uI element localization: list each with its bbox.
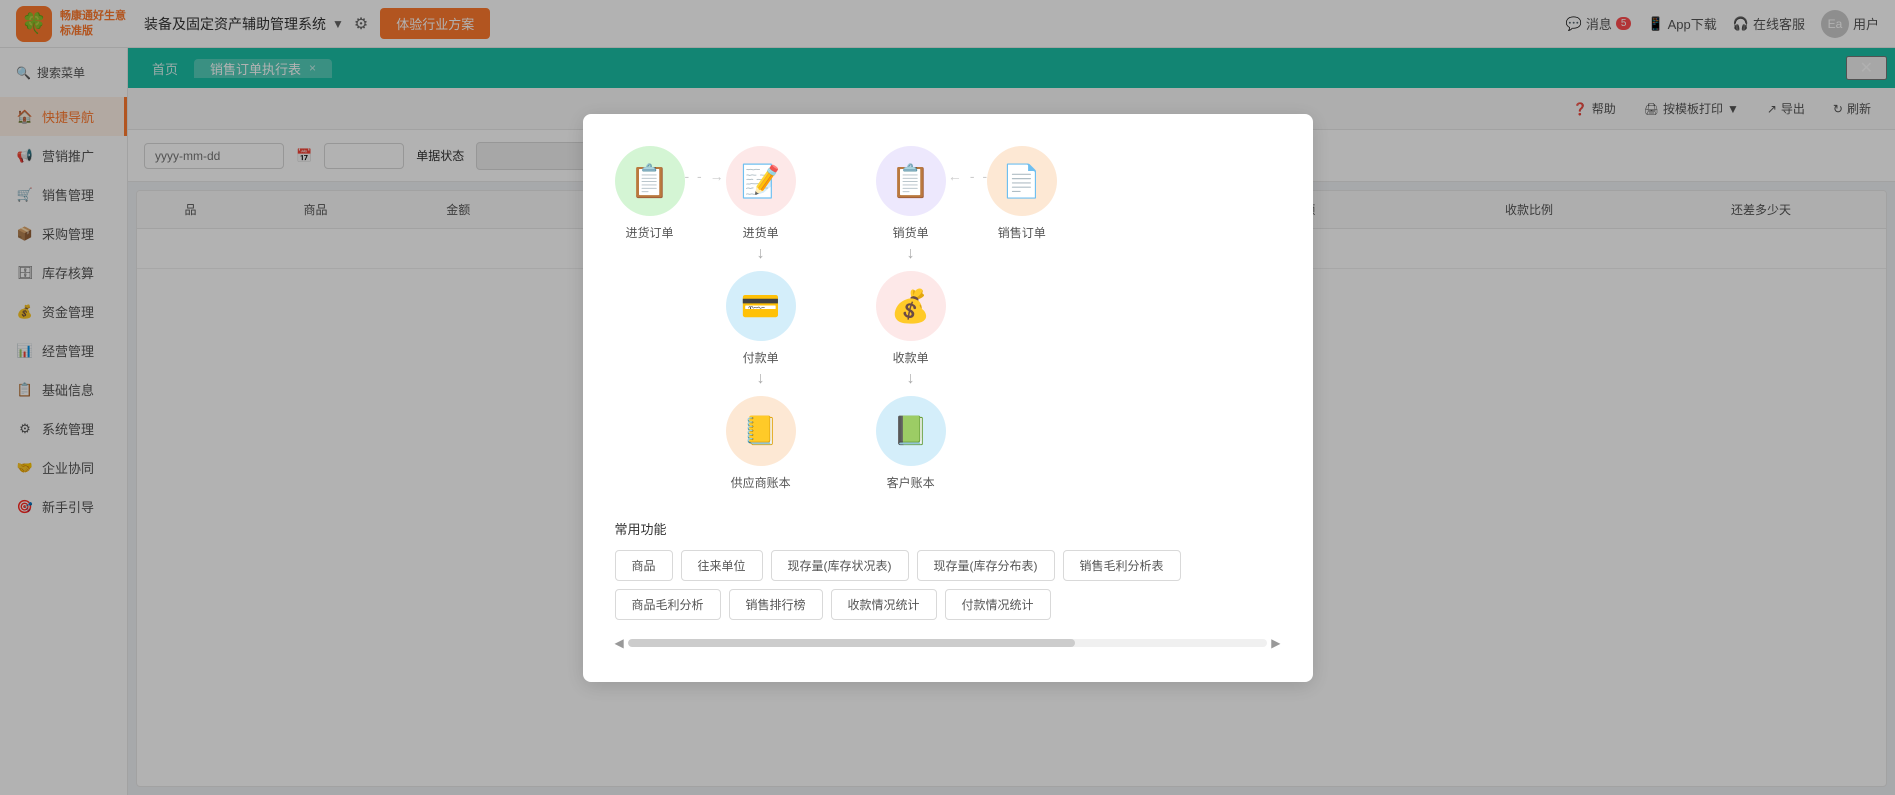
flow-diagram: 📋 进货订单 - - → 📝 进货单 ↓ 💳 付款单 [615, 146, 1281, 491]
flow-col-4: 📄 销售订单 [987, 146, 1057, 241]
label-supplier-ledger: 供应商账本 [731, 474, 791, 491]
dialog-scrollbar: ◀ ▶ [615, 636, 1281, 650]
scroll-left-btn[interactable]: ◀ [615, 636, 624, 650]
circle-customer-ledger: 📗 [876, 396, 946, 466]
label-payment-bill: 付款单 [743, 349, 779, 366]
scroll-right-btn[interactable]: ▶ [1271, 636, 1280, 650]
node-purchase-bill: 📝 进货单 [726, 146, 796, 241]
func-btn-2[interactable]: 现存量(库存状况表) [771, 550, 909, 581]
node-supplier-ledger: 📒 供应商账本 [726, 396, 796, 491]
circle-sales-order: 📄 [987, 146, 1057, 216]
flow-col-1: 📋 进货订单 [615, 146, 685, 241]
func-btn-6[interactable]: 销售排行榜 [729, 589, 823, 620]
arrow-down-4: ↓ [907, 370, 915, 388]
circle-payment-bill: 💳 [726, 271, 796, 341]
func-buttons: 商品往来单位现存量(库存状况表) 现存量(库存分布表) 销售毛利分析表商品毛利分析销… [615, 550, 1281, 620]
label-sales-order: 销售订单 [998, 224, 1046, 241]
node-receipt-bill: 💰 收款单 [876, 271, 946, 366]
label-customer-ledger: 客户账本 [887, 474, 935, 491]
flow-col-3: 📋 销货单 ↓ 💰 收款单 ↓ 📗 客户账本 [876, 146, 946, 491]
circle-receipt-bill: 💰 [876, 271, 946, 341]
arrow-down-3: ↓ [907, 245, 915, 263]
node-sales-bill: 📋 销货单 [876, 146, 946, 241]
node-payment-bill: 💳 付款单 [726, 271, 796, 366]
func-btn-4[interactable]: 销售毛利分析表 [1063, 550, 1181, 581]
circle-purchase-order: 📋 [615, 146, 685, 216]
func-btn-7[interactable]: 收款情况统计 [831, 589, 937, 620]
label-sales-bill: 销货单 [893, 224, 929, 241]
func-btn-1[interactable]: 往来单位 [681, 550, 763, 581]
label-purchase-order: 进货订单 [625, 224, 673, 241]
func-btn-0[interactable]: 商品 [615, 550, 673, 581]
arrow-h-1: - - → [685, 168, 726, 184]
scrollbar-thumb [628, 639, 1076, 647]
scrollbar-track [628, 639, 1268, 647]
arrow-down-2: ↓ [757, 370, 765, 388]
overlay[interactable]: 📋 进货订单 - - → 📝 进货单 ↓ 💳 付款单 [0, 0, 1895, 795]
common-functions-title: 常用功能 [615, 519, 1281, 538]
label-purchase-bill: 进货单 [743, 224, 779, 241]
arrow-down-1: ↓ [757, 245, 765, 263]
circle-purchase-bill: 📝 [726, 146, 796, 216]
flow-col-2: 📝 进货单 ↓ 💳 付款单 ↓ 📒 供应商账本 [726, 146, 796, 491]
node-purchase-order: 📋 进货订单 [615, 146, 685, 241]
func-btn-8[interactable]: 付款情况统计 [945, 589, 1051, 620]
label-receipt-bill: 收款单 [893, 349, 929, 366]
circle-supplier-ledger: 📒 [726, 396, 796, 466]
dialog: 📋 进货订单 - - → 📝 进货单 ↓ 💳 付款单 [583, 114, 1313, 682]
node-customer-ledger: 📗 客户账本 [876, 396, 946, 491]
common-functions: 常用功能 商品往来单位现存量(库存状况表)现存量(库存分布表)销售毛利分析表商品… [615, 519, 1281, 620]
arrow-h-2: - - → [946, 168, 987, 184]
node-sales-order: 📄 销售订单 [987, 146, 1057, 241]
func-btn-5[interactable]: 商品毛利分析 [615, 589, 721, 620]
circle-sales-bill: 📋 [876, 146, 946, 216]
app-container: 🍀 畅康通好生意 标准版 装备及固定资产辅助管理系统 ▼ ⚙ 体验行业方案 💬 … [0, 0, 1895, 795]
func-btn-3[interactable]: 现存量(库存分布表) [917, 550, 1055, 581]
